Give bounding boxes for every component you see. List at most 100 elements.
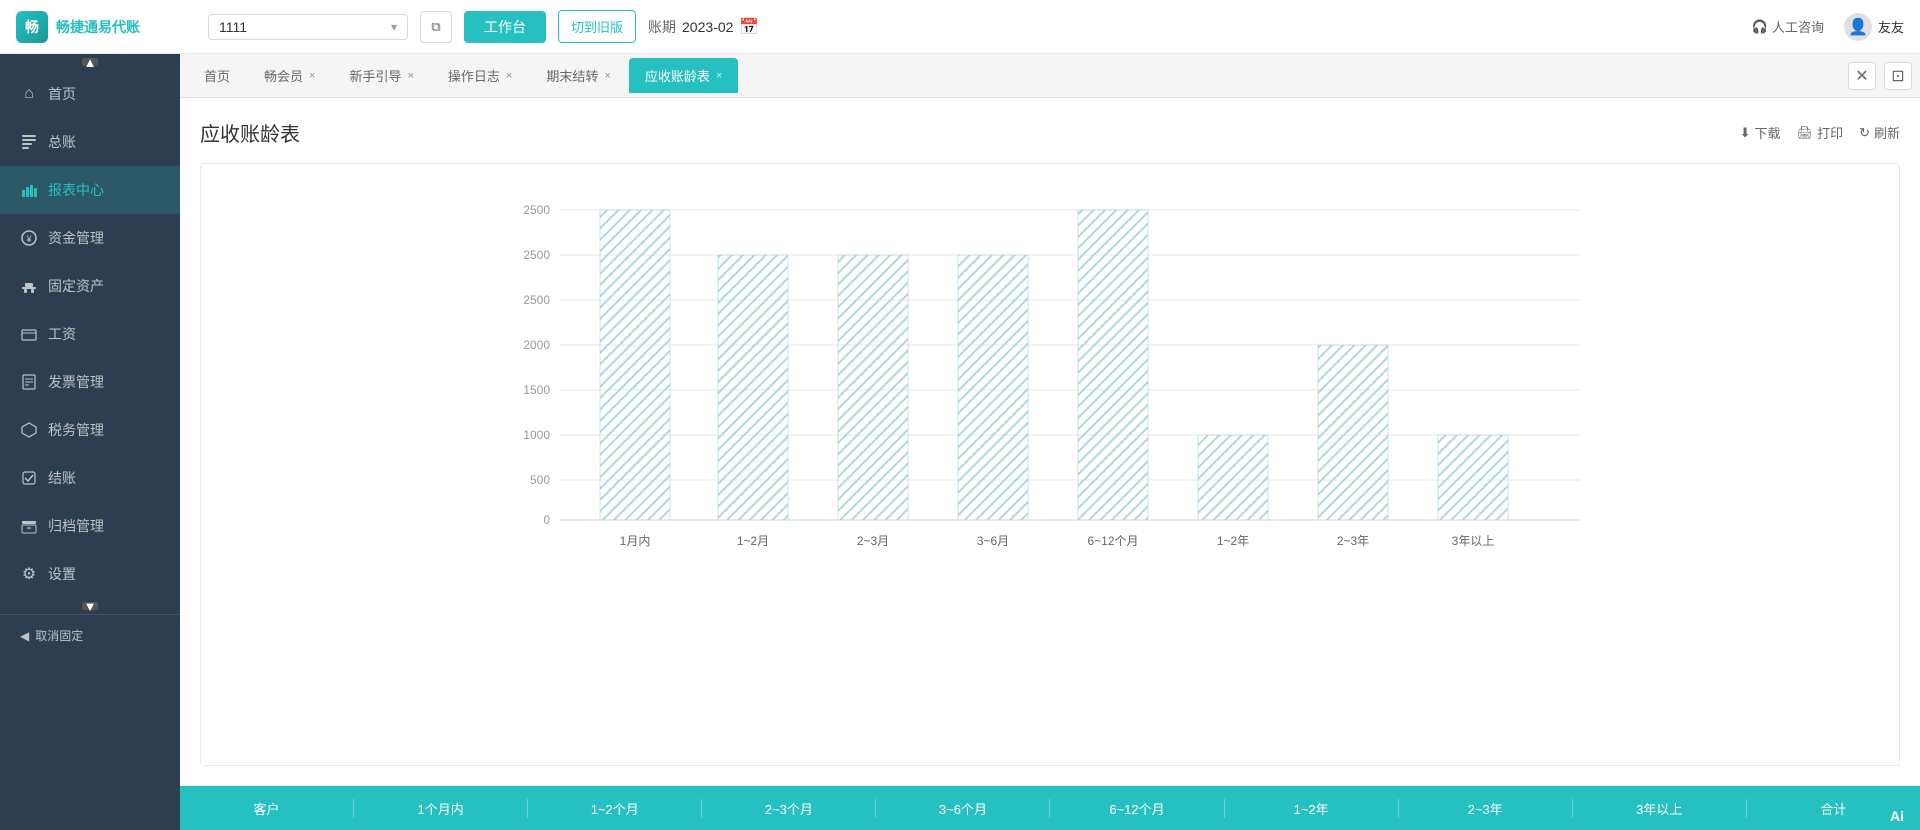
- sidebar-item-checkout[interactable]: 结账: [0, 454, 180, 502]
- sidebar-label-archive: 归档管理: [48, 516, 104, 536]
- user-name: 友友: [1878, 17, 1904, 36]
- copy-button[interactable]: ⧉: [420, 11, 452, 43]
- scroll-up-arrow[interactable]: ▲: [82, 58, 98, 66]
- tabs-actions: ✕ ⊡: [1848, 62, 1912, 90]
- bar-8: [1438, 435, 1508, 520]
- period-area: 账期 2023-02 📅: [648, 17, 759, 37]
- cancel-pin-label: 取消固定: [35, 627, 83, 644]
- scroll-down-indicator[interactable]: ▼: [0, 598, 180, 614]
- cancel-pin-button[interactable]: ◀ 取消固定: [0, 614, 180, 656]
- svg-text:500: 500: [530, 473, 550, 487]
- workbench-button[interactable]: 工作台: [464, 11, 546, 43]
- bar-4: [958, 255, 1028, 520]
- sidebar-label-reports: 报表中心: [48, 180, 104, 200]
- svg-text:2500: 2500: [523, 293, 550, 307]
- switch-old-button[interactable]: 切到旧版: [558, 10, 636, 43]
- tab-period-close-btn[interactable]: ×: [604, 70, 610, 82]
- svg-text:¥: ¥: [25, 234, 32, 244]
- sidebar-label-tax: 税务管理: [48, 420, 104, 440]
- home-icon: ⌂: [20, 85, 38, 103]
- ai-badge[interactable]: Ai: [1874, 802, 1920, 830]
- svg-text:2500: 2500: [523, 248, 550, 262]
- copy-icon: ⧉: [431, 19, 440, 35]
- tab-membership-label: 畅会员: [264, 66, 303, 85]
- svg-text:2500: 2500: [523, 203, 550, 217]
- bar-5: [1078, 210, 1148, 520]
- tab-ar-aging-close[interactable]: ×: [716, 70, 722, 82]
- ledger-icon: [20, 133, 38, 151]
- user-area[interactable]: 👤 友友: [1844, 13, 1904, 41]
- close-tab-button[interactable]: ✕: [1848, 62, 1876, 90]
- page-title: 应收账龄表: [200, 118, 300, 147]
- th-customer: 客户: [180, 799, 354, 818]
- period-label: 账期: [648, 17, 676, 37]
- th-3plus-years: 3年以上: [1573, 799, 1747, 818]
- sidebar-item-archive[interactable]: 归档管理: [0, 502, 180, 550]
- svg-text:1000: 1000: [523, 428, 550, 442]
- refresh-label: 刷新: [1874, 123, 1900, 142]
- chevron-down-icon: ▾: [391, 20, 397, 34]
- th-1-2years: 1~2年: [1225, 799, 1399, 818]
- download-label: 下载: [1755, 123, 1781, 142]
- svg-text:1~2月: 1~2月: [737, 534, 769, 548]
- sidebar-item-salary[interactable]: 工资: [0, 310, 180, 358]
- print-label: 打印: [1817, 123, 1843, 142]
- bar-2: [718, 255, 788, 520]
- sidebar-item-tax[interactable]: 税务管理: [0, 406, 180, 454]
- tab-ar-aging[interactable]: 应收账龄表 ×: [629, 58, 738, 93]
- refresh-button[interactable]: ↻ 刷新: [1859, 123, 1900, 142]
- tab-membership-close[interactable]: ×: [309, 70, 315, 82]
- header-right: 🎧 人工咨询 👤 友友: [1752, 13, 1904, 41]
- sidebar-label-checkout: 结账: [48, 468, 76, 488]
- calendar-icon[interactable]: 📅: [739, 17, 759, 37]
- th-1month: 1个月内: [354, 799, 528, 818]
- tab-membership[interactable]: 畅会员 ×: [248, 58, 331, 93]
- th-3-6months: 3~6个月: [876, 799, 1050, 818]
- company-selector[interactable]: 1111 ▾: [208, 14, 408, 40]
- tab-guide-label: 新手引导: [349, 66, 401, 85]
- sidebar-item-reports[interactable]: 报表中心: [0, 166, 180, 214]
- svg-text:6~12个月: 6~12个月: [1087, 534, 1138, 548]
- sidebar-label-invoice: 发票管理: [48, 372, 104, 392]
- svg-text:3年以上: 3年以上: [1452, 534, 1495, 548]
- print-icon: 🖨: [1797, 125, 1814, 141]
- svg-text:2~3年: 2~3年: [1337, 534, 1369, 548]
- svg-text:2~3月: 2~3月: [857, 534, 889, 548]
- svg-text:1500: 1500: [523, 383, 550, 397]
- tab-guide-close[interactable]: ×: [407, 70, 413, 82]
- gear-icon: ⚙: [20, 565, 38, 583]
- tab-home[interactable]: 首页: [188, 58, 246, 93]
- consult-button[interactable]: 🎧 人工咨询: [1752, 17, 1824, 36]
- print-button[interactable]: 🖨 打印: [1797, 123, 1844, 142]
- download-button[interactable]: ⬇ 下载: [1740, 123, 1781, 142]
- sidebar-item-assets[interactable]: 固定资产: [0, 262, 180, 310]
- maximize-tab-button[interactable]: ⊡: [1884, 62, 1912, 90]
- sidebar-item-ledger[interactable]: 总账: [0, 118, 180, 166]
- sidebar: ▲ ⌂ 首页 总账 报表中心 ¥ 资金管理 固: [0, 54, 180, 830]
- svg-text:3~6月: 3~6月: [977, 534, 1009, 548]
- sidebar-label-assets: 固定资产: [48, 276, 104, 296]
- consult-label: 人工咨询: [1772, 17, 1824, 36]
- table-header-row: 客户 1个月内 1~2个月 2~3个月 3~6个月 6~12个月 1~2年 2~…: [180, 786, 1920, 830]
- tab-period-close[interactable]: 期末结转 ×: [530, 58, 626, 93]
- sidebar-item-settings[interactable]: ⚙ 设置: [0, 550, 180, 598]
- tab-guide[interactable]: 新手引导 ×: [333, 58, 429, 93]
- reports-icon: [20, 181, 38, 199]
- tab-oplog[interactable]: 操作日志 ×: [432, 58, 528, 93]
- sidebar-label-settings: 设置: [48, 564, 76, 584]
- logo-text: 畅捷通易代账: [56, 17, 140, 37]
- scroll-up-indicator[interactable]: ▲: [0, 54, 180, 70]
- scroll-down-arrow[interactable]: ▼: [82, 602, 98, 610]
- invoice-icon: [20, 373, 38, 391]
- bar-3: [838, 255, 908, 520]
- sidebar-item-invoice[interactable]: 发票管理: [0, 358, 180, 406]
- download-icon: ⬇: [1740, 125, 1751, 141]
- funds-icon: ¥: [20, 229, 38, 247]
- tab-oplog-close[interactable]: ×: [506, 70, 512, 82]
- page-header: 应收账龄表 ⬇ 下载 🖨 打印 ↻ 刷新: [200, 118, 1900, 147]
- bar-chart: 2500 2500 2500 2000 1500 1000 500 0: [217, 180, 1883, 560]
- pin-icon: ◀: [20, 629, 29, 643]
- sidebar-item-home[interactable]: ⌂ 首页: [0, 70, 180, 118]
- sidebar-item-funds[interactable]: ¥ 资金管理: [0, 214, 180, 262]
- bar-1: [600, 210, 670, 520]
